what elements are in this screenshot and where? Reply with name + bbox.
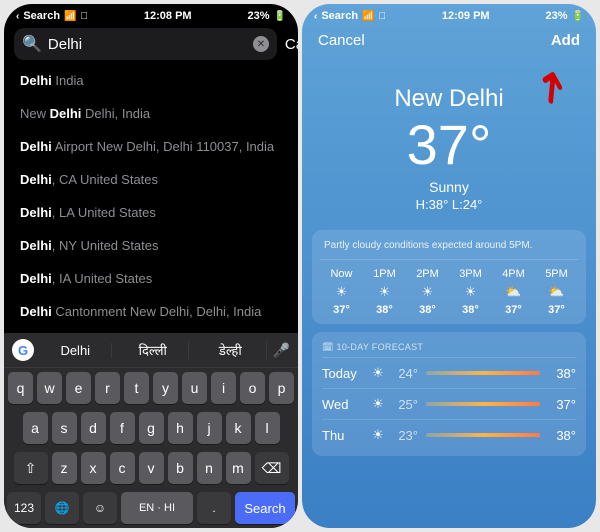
keyboard: G Delhi दिल्ली डेल्ही 🎤 qwertyuiop asdfg… — [4, 333, 298, 528]
kb-row-2: asdfghjkl — [4, 408, 298, 448]
high-low: H:38° L:24° — [302, 197, 596, 212]
search-result[interactable]: Delhi Airport New Delhi, Delhi 110037, I… — [20, 130, 282, 163]
cancel-button[interactable]: Cancel — [318, 32, 365, 49]
search-result[interactable]: Delhi, NY United States — [20, 229, 282, 262]
weather-add-screen: ‹ Search 📶 􀙇 12:09 PM 23% 🔋 Cancel Add N… — [302, 4, 596, 528]
add-button[interactable]: Add — [551, 32, 580, 49]
key-f[interactable]: f — [110, 412, 135, 444]
back-label[interactable]: Search — [321, 10, 358, 22]
battery-pct: 23% — [546, 10, 568, 22]
status-bar: ‹ Search 📶 􀙇 12:09 PM 23% 🔋 — [302, 4, 596, 24]
key-m[interactable]: m — [226, 452, 251, 484]
kb-row-1: qwertyuiop — [4, 368, 298, 408]
key-o[interactable]: o — [240, 372, 265, 404]
forecast-header: 🗓 10-DAY FORECAST — [322, 338, 576, 357]
search-result[interactable]: New Delhi Delhi, India — [20, 97, 282, 130]
battery-pct: 23% — [248, 10, 270, 22]
key-j[interactable]: j — [197, 412, 222, 444]
key-b[interactable]: b — [168, 452, 193, 484]
hourly-forecast[interactable]: Now☀37°1PM☀38°2PM☀38°3PM☀38°4PM⛅37°5PM⛅3… — [320, 260, 578, 316]
mic-icon[interactable]: 🎤 — [273, 342, 290, 359]
hour-item: 3PM☀38° — [449, 268, 492, 316]
hour-item: 5PM⛅37° — [535, 268, 578, 316]
hour-item: 4PM⛅37° — [492, 268, 535, 316]
search-results: Delhi IndiaNew Delhi Delhi, IndiaDelhi A… — [4, 64, 298, 328]
search-icon: 🔍 — [22, 34, 42, 54]
key-q[interactable]: q — [8, 372, 33, 404]
key-z[interactable]: z — [52, 452, 77, 484]
forecast-list: Today☀24°38°Wed☀25°37°Thu☀23°38° — [322, 357, 576, 450]
key-p[interactable]: p — [269, 372, 294, 404]
google-icon[interactable]: G — [12, 339, 34, 361]
hourly-note: Partly cloudy conditions expected around… — [320, 238, 578, 260]
search-key[interactable]: Search — [235, 492, 295, 524]
search-screen: ‹ Search 📶 􀙇 12:08 PM 23% 🔋 🔍 ✕ Cancel D… — [4, 4, 298, 528]
key-y[interactable]: y — [153, 372, 178, 404]
key-e[interactable]: e — [66, 372, 91, 404]
wifi-icon: 􀙇 — [379, 11, 387, 22]
search-result[interactable]: Delhi, IA United States — [20, 262, 282, 295]
signal-icon: 📶 — [362, 11, 374, 22]
forecast-row: Today☀24°38° — [322, 357, 576, 388]
key-d[interactable]: d — [81, 412, 106, 444]
key-k[interactable]: k — [226, 412, 251, 444]
top-actions: Cancel Add — [302, 24, 596, 57]
signal-icon: 📶 — [64, 11, 76, 22]
cancel-button[interactable]: Cancel — [285, 36, 298, 53]
search-result[interactable]: Delhi, LA United States — [20, 196, 282, 229]
key-n[interactable]: n — [197, 452, 222, 484]
hour-item: 2PM☀38° — [406, 268, 449, 316]
shift-key[interactable]: ⇧ — [14, 452, 48, 484]
chevron-left-icon[interactable]: ‹ — [314, 11, 317, 22]
condition: Sunny — [302, 179, 596, 195]
hour-item: 1PM☀38° — [363, 268, 406, 316]
key-x[interactable]: x — [81, 452, 106, 484]
hourly-panel: Partly cloudy conditions expected around… — [312, 230, 586, 324]
period-key[interactable]: . — [197, 492, 231, 524]
key-i[interactable]: i — [211, 372, 236, 404]
suggestion[interactable]: Delhi — [40, 343, 112, 358]
emoji-key[interactable]: ☺ — [83, 492, 117, 524]
search-input[interactable] — [48, 36, 247, 53]
battery-icon: 🔋 — [572, 11, 584, 22]
space-key[interactable]: EN · HI — [121, 492, 193, 524]
key-v[interactable]: v — [139, 452, 164, 484]
suggestion-bar: G Delhi दिल्ली डेल्ही 🎤 — [4, 333, 298, 368]
search-result[interactable]: Delhi, CA United States — [20, 163, 282, 196]
key-s[interactable]: s — [52, 412, 77, 444]
backspace-key[interactable]: ⌫ — [255, 452, 289, 484]
back-label[interactable]: Search — [23, 10, 60, 22]
status-bar: ‹ Search 📶 􀙇 12:08 PM 23% 🔋 — [4, 4, 298, 24]
key-h[interactable]: h — [168, 412, 193, 444]
battery-icon: 🔋 — [274, 11, 286, 22]
num-key[interactable]: 123 — [7, 492, 41, 524]
key-r[interactable]: r — [95, 372, 120, 404]
kb-row-4: 123 🌐 ☺ EN · HI . Search — [4, 488, 298, 528]
clock: 12:09 PM — [442, 10, 490, 22]
search-result[interactable]: Delhi India — [20, 64, 282, 97]
search-result[interactable]: Delhi Cantonment New Delhi, Delhi, India — [20, 295, 282, 328]
key-u[interactable]: u — [182, 372, 207, 404]
forecast-row: Thu☀23°38° — [322, 419, 576, 450]
key-t[interactable]: t — [124, 372, 149, 404]
ten-day-panel: 🗓 10-DAY FORECAST Today☀24°38°Wed☀25°37°… — [312, 332, 586, 456]
search-row: 🔍 ✕ Cancel — [4, 24, 298, 64]
current-temp: 37° — [302, 117, 596, 173]
suggestion[interactable]: डेल्ही — [195, 341, 267, 359]
key-c[interactable]: c — [110, 452, 135, 484]
suggestion[interactable]: दिल्ली — [118, 341, 190, 359]
clock: 12:08 PM — [144, 10, 192, 22]
wifi-icon: 􀙇 — [81, 11, 89, 22]
kb-row-3: ⇧ zxcvbnm ⌫ — [4, 448, 298, 488]
key-l[interactable]: l — [255, 412, 280, 444]
globe-key[interactable]: 🌐 — [45, 492, 79, 524]
hour-item: Now☀37° — [320, 268, 363, 316]
key-w[interactable]: w — [37, 372, 62, 404]
search-box[interactable]: 🔍 ✕ — [14, 28, 277, 60]
clear-icon[interactable]: ✕ — [253, 36, 269, 52]
forecast-row: Wed☀25°37° — [322, 388, 576, 419]
chevron-left-icon[interactable]: ‹ — [16, 11, 19, 22]
key-a[interactable]: a — [23, 412, 48, 444]
key-g[interactable]: g — [139, 412, 164, 444]
